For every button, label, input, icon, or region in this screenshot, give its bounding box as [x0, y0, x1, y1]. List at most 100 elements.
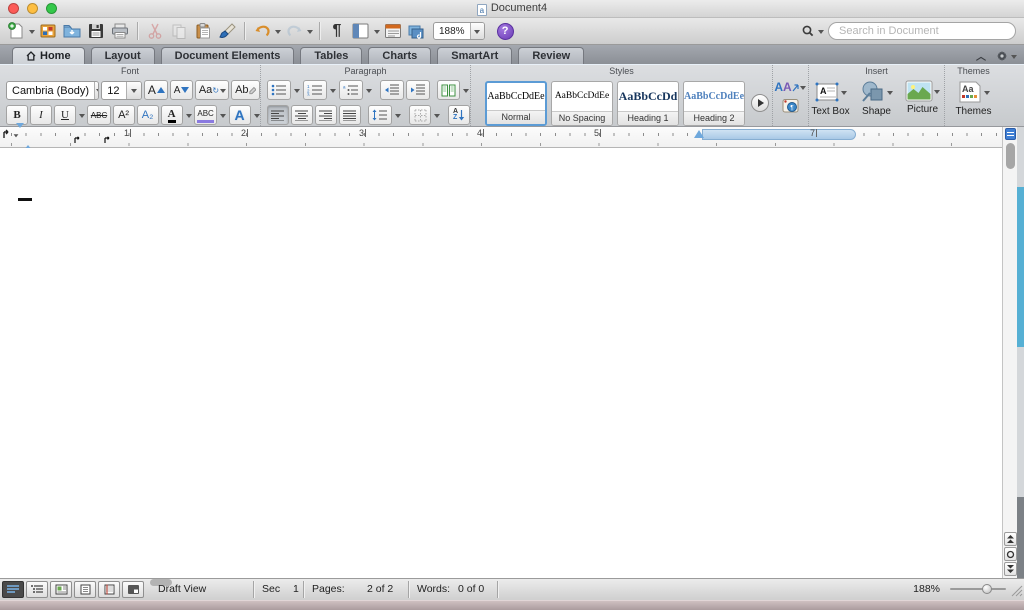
undo-button[interactable]: [250, 20, 274, 42]
search-scope-dropdown[interactable]: [817, 27, 825, 35]
collapse-ribbon-button[interactable]: ︿: [976, 48, 986, 63]
document-canvas[interactable]: [0, 148, 1017, 578]
tab-stop[interactable]: [74, 131, 82, 143]
search-input[interactable]: [828, 22, 1016, 40]
indent-markers[interactable]: [16, 123, 32, 150]
ruler-right-margin[interactable]: [702, 129, 856, 140]
multilevel-list-dropdown[interactable]: [365, 86, 373, 94]
font-family-combo[interactable]: Cambria (Body): [6, 80, 100, 100]
style-heading-1[interactable]: AaBbCcDd Heading 1: [617, 80, 679, 126]
sidebar-pane-dropdown[interactable]: [373, 27, 381, 35]
justify-button[interactable]: [339, 105, 361, 125]
bullets-button[interactable]: [267, 80, 291, 100]
numbering-button[interactable]: 123: [303, 80, 327, 100]
ribbon-settings-button[interactable]: [996, 50, 1018, 62]
grow-font-button[interactable]: A: [144, 80, 169, 100]
horizontal-ruler[interactable]: 1 2 3 4 5 7: [0, 123, 1024, 150]
decrease-indent-button[interactable]: [380, 80, 404, 100]
subscript-button[interactable]: A₂: [136, 105, 159, 125]
gallery-button[interactable]: [36, 20, 60, 42]
publishing-layout-view-button[interactable]: [50, 581, 72, 598]
multilevel-list-button[interactable]: a: [339, 80, 363, 100]
sort-button[interactable]: A Z: [448, 105, 470, 125]
new-document-button[interactable]: [4, 20, 28, 42]
align-center-button[interactable]: [291, 105, 313, 125]
format-painter-button[interactable]: [215, 20, 239, 42]
change-case-button[interactable]: Aa ↻: [194, 80, 230, 100]
tab-charts[interactable]: Charts: [368, 47, 432, 64]
columns-dropdown[interactable]: [462, 86, 470, 94]
help-button[interactable]: ?: [496, 22, 514, 40]
font-color-button[interactable]: A: [160, 105, 183, 125]
borders-dropdown[interactable]: [433, 111, 441, 119]
numbering-dropdown[interactable]: [329, 86, 337, 94]
sidebar-pane-button[interactable]: [349, 20, 373, 42]
right-indent-marker[interactable]: [694, 130, 704, 138]
ruler-toggle-button[interactable]: [1005, 128, 1016, 140]
bold-button[interactable]: B: [6, 105, 28, 125]
tab-tables[interactable]: Tables: [300, 47, 363, 64]
superscript-button[interactable]: A²: [112, 105, 135, 125]
zoom-value[interactable]: 188%: [434, 23, 470, 39]
columns-button[interactable]: [437, 80, 460, 100]
highlight-dropdown[interactable]: [219, 111, 227, 119]
insert-shape-button[interactable]: Shape: [856, 80, 898, 117]
tab-stop[interactable]: [104, 131, 112, 143]
zoom-dropdown[interactable]: [469, 23, 484, 39]
italic-button[interactable]: I: [30, 105, 52, 125]
show-formatting-marks-button[interactable]: ¶: [325, 20, 349, 42]
outline-view-button[interactable]: [26, 581, 48, 598]
window-resize-grip[interactable]: [1011, 585, 1023, 600]
vertical-scroll-thumb[interactable]: [1006, 143, 1015, 169]
text-effects-dropdown[interactable]: [253, 111, 260, 119]
bullets-dropdown[interactable]: [293, 86, 301, 94]
align-left-button[interactable]: [267, 105, 289, 125]
change-styles-button[interactable]: AA: [774, 80, 806, 94]
section-label[interactable]: Sec: [262, 583, 280, 595]
underline-button[interactable]: U: [54, 105, 76, 125]
tab-home[interactable]: Home: [12, 47, 85, 64]
increase-indent-button[interactable]: [406, 80, 430, 100]
style-no-spacing[interactable]: AaBbCcDdEe No Spacing: [551, 80, 613, 126]
tab-smartart[interactable]: SmartArt: [437, 47, 513, 64]
draft-view-button[interactable]: [2, 581, 24, 598]
borders-button[interactable]: [409, 105, 431, 125]
save-button[interactable]: [84, 20, 108, 42]
insert-text-box-button[interactable]: A Text Box: [810, 80, 852, 117]
select-browse-object-button[interactable]: [1004, 547, 1017, 561]
clear-formatting-button[interactable]: Ab: [231, 80, 260, 100]
vertical-scrollbar[interactable]: [1002, 127, 1017, 578]
text-effects-button[interactable]: A: [228, 105, 251, 125]
open-button[interactable]: [60, 20, 84, 42]
undo-dropdown[interactable]: [274, 27, 282, 35]
paste-button[interactable]: [191, 20, 215, 42]
next-page-button[interactable]: [1004, 562, 1017, 576]
font-color-dropdown[interactable]: [185, 111, 192, 119]
tab-review[interactable]: Review: [518, 47, 585, 64]
notebook-layout-view-button[interactable]: [98, 581, 120, 598]
zoom-slider[interactable]: [950, 584, 1006, 594]
words-label[interactable]: Words:: [417, 583, 450, 595]
insert-picture-button[interactable]: Picture: [902, 80, 944, 117]
shrink-font-button[interactable]: A: [170, 80, 193, 100]
line-spacing-dropdown[interactable]: [394, 111, 402, 119]
zoom-slider-thumb[interactable]: [982, 584, 992, 594]
view-status[interactable]: Draft View: [158, 583, 206, 595]
style-normal[interactable]: AaBbCcDdEe Normal: [485, 80, 547, 126]
styles-pane-button[interactable]: ¶: [782, 98, 799, 118]
new-document-dropdown[interactable]: [28, 27, 36, 35]
font-size-combo[interactable]: 12: [101, 80, 143, 100]
pages-label[interactable]: Pages:: [312, 583, 345, 595]
print-button[interactable]: [108, 20, 132, 42]
strikethrough-button[interactable]: ABC: [87, 105, 111, 125]
tab-layout[interactable]: Layout: [90, 47, 155, 64]
styles-gallery-expand-button[interactable]: [751, 94, 769, 112]
toolbox-button[interactable]: [381, 20, 405, 42]
highlight-button[interactable]: ABC: [193, 105, 218, 125]
media-browser-button[interactable]: [405, 20, 429, 42]
align-right-button[interactable]: [315, 105, 337, 125]
zoom-combo[interactable]: 188%: [433, 22, 485, 40]
themes-button[interactable]: Aa Themes: [953, 80, 995, 117]
line-spacing-button[interactable]: [368, 105, 392, 125]
print-layout-view-button[interactable]: [74, 581, 96, 598]
